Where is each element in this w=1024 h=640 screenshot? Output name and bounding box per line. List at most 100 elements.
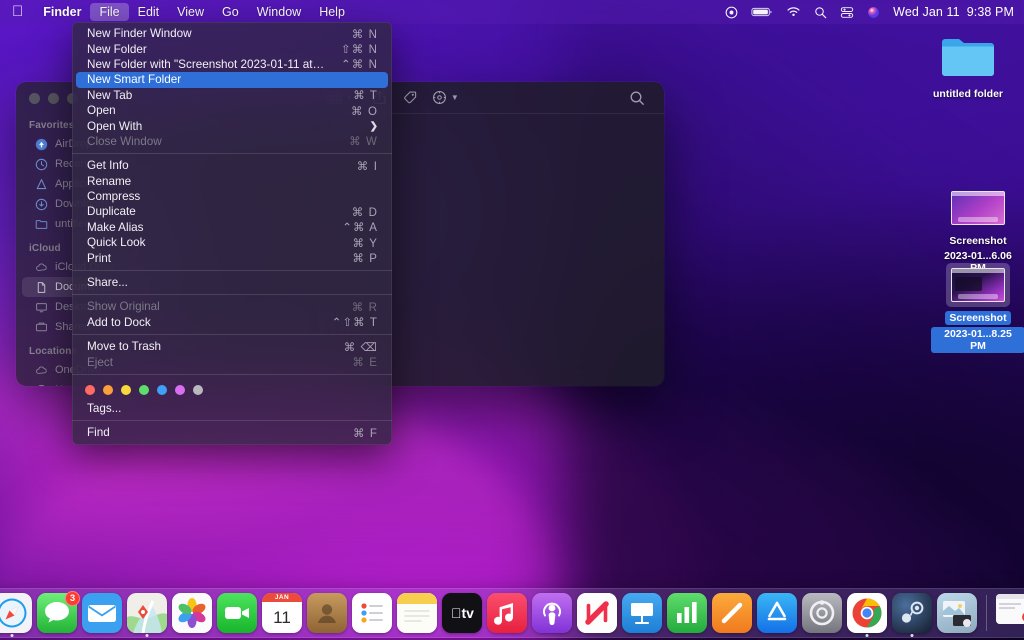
dock-item-appletv[interactable]: tv [442,593,482,633]
menu-item-label: Quick Look [87,236,337,249]
menu-bar-status: Wed Jan 11 9:38 PM [725,0,1024,24]
menu-item-label: Close Window [87,135,333,148]
dock-item-chrome[interactable] [847,593,887,633]
tags-icon[interactable] [395,87,425,109]
dock-item-music[interactable] [487,593,527,633]
menu-item-move-to-trash[interactable]: Move to Trash ⌘ ⌫ [76,339,388,354]
tag-swatch-orange[interactable] [103,385,113,395]
menu-help[interactable]: Help [310,3,354,21]
folder-icon [35,218,48,231]
tag-swatch-red[interactable] [85,385,95,395]
control-center-icon[interactable] [840,6,854,19]
menu-item-new-folder-with-selection[interactable]: New Folder with "Screenshot 2023-01-11 a… [76,57,388,72]
menu-finder[interactable]: Finder [34,3,90,21]
close-button[interactable] [29,93,40,104]
desktop-icon-untitled-folder[interactable]: untitled folder [920,34,1016,101]
file-menu-dropdown[interactable]: New Finder Window ⌘ N New Folder ⇧⌘ N Ne… [72,22,392,445]
menu-item-make-alias[interactable]: Make Alias ⌃⌘ A [76,220,388,235]
desktop-icon-screenshot-2[interactable]: Screenshot 2023-01...8.25 PM [930,263,1024,353]
menu-item-new-finder-window[interactable]: New Finder Window ⌘ N [76,26,388,41]
siri-icon[interactable] [867,6,880,19]
document-icon [35,281,48,294]
dock-item-news[interactable] [577,593,617,633]
tag-swatch-yellow[interactable] [121,385,131,395]
shared-icon [35,321,48,334]
minimize-button[interactable] [48,93,59,104]
menu-item-get-info[interactable]: Get Info ⌘ I [76,158,388,173]
menu-item-shortcut: ⌘ ⌫ [344,340,378,354]
dock-item-numbers[interactable] [667,593,707,633]
menu-item-duplicate[interactable]: Duplicate ⌘ D [76,204,388,219]
dock-item-maps[interactable] [127,593,167,633]
menu-item-label: Show Original [87,300,336,313]
menu-item-new-smart-folder[interactable]: New Smart Folder [76,72,388,87]
apple-menu-icon[interactable]:  [8,3,34,22]
dock-item-appstore[interactable] [757,593,797,633]
menu-item-label: Open [87,104,335,117]
spotlight-search-icon[interactable] [814,6,827,19]
tag-swatch-purple[interactable] [175,385,185,395]
tag-swatch-blue[interactable] [157,385,167,395]
menu-item-new-folder[interactable]: New Folder ⇧⌘ N [76,41,388,56]
dock-minimized-chrome-window[interactable] [996,594,1024,632]
menu-item-new-tab[interactable]: New Tab ⌘ T [76,88,388,103]
dock-item-photos[interactable] [172,593,212,633]
menu-separator [72,420,392,421]
desktop-icon-label-line1: Screenshot [945,234,1010,248]
dock-item-calendar[interactable]: JAN 11 [262,593,302,633]
desktop-icon-screenshot-1[interactable]: Screenshot 2023-01...6.06 PM [930,186,1024,275]
menu-item-share[interactable]: Share... [76,275,388,290]
dock-item-stack[interactable] [937,593,977,633]
search-icon[interactable] [622,87,652,109]
menu-item-shortcut: ⌃⇧⌘ T [332,315,378,329]
tag-color-swatches[interactable] [72,379,392,401]
menu-separator [72,374,392,375]
menu-edit[interactable]: Edit [129,3,169,21]
news-icon [577,593,617,633]
dock-item-system-settings[interactable] [802,593,842,633]
menu-window[interactable]: Window [248,3,310,21]
menu-item-find[interactable]: Find ⌘ F [76,425,388,440]
menu-item-open[interactable]: Open ⌘ O [76,103,388,118]
menu-item-rename[interactable]: Rename [76,174,388,189]
menu-item-quick-look[interactable]: Quick Look ⌘ Y [76,235,388,250]
dock-item-facetime[interactable] [217,593,257,633]
menu-item-label: New Folder [87,43,325,56]
chevron-down-icon[interactable]: ▼ [451,93,459,102]
system-settings-icon [802,593,842,633]
dock-item-pages[interactable] [712,593,752,633]
menu-item-add-to-dock[interactable]: Add to Dock ⌃⇧⌘ T [76,315,388,330]
menu-item-compress[interactable]: Compress [76,189,388,204]
dock-item-messages[interactable]: 3 [37,593,77,633]
menu-go[interactable]: Go [213,3,248,21]
cloud-icon [35,261,48,274]
dock-item-keynote[interactable] [622,593,662,633]
tag-swatch-gray[interactable] [193,385,203,395]
dock: 3 JAN 11 [0,588,1024,638]
dock-item-contacts[interactable] [307,593,347,633]
menu-item-shortcut: ⌘ T [353,88,378,102]
dock-item-steam[interactable] [892,593,932,633]
running-indicator [11,634,14,637]
screenshot-thumbnail [951,191,1005,225]
menu-view[interactable]: View [168,3,213,21]
wifi-icon[interactable] [786,6,801,18]
menu-item-open-with[interactable]: Open With ❯ [76,118,388,133]
screen-record-icon[interactable] [725,6,738,19]
messages-badge: 3 [65,591,80,606]
dock-item-notes[interactable] [397,593,437,633]
menu-item-tags[interactable]: Tags... [76,401,388,416]
clock-date: Wed Jan 11 [893,5,960,19]
menu-file[interactable]: File [90,3,128,21]
dock-item-safari[interactable] [0,593,32,633]
dock-item-mail[interactable] [82,593,122,633]
menu-item-label: Add to Dock [87,316,316,329]
menu-item-print[interactable]: Print ⌘ P [76,250,388,265]
thumb-menubar [952,269,1004,273]
tag-swatch-green[interactable] [139,385,149,395]
music-icon [487,593,527,633]
dock-item-podcasts[interactable] [532,593,572,633]
battery-icon[interactable] [751,6,773,18]
dock-item-reminders[interactable] [352,593,392,633]
menu-bar-clock[interactable]: Wed Jan 11 9:38 PM [893,5,1014,19]
